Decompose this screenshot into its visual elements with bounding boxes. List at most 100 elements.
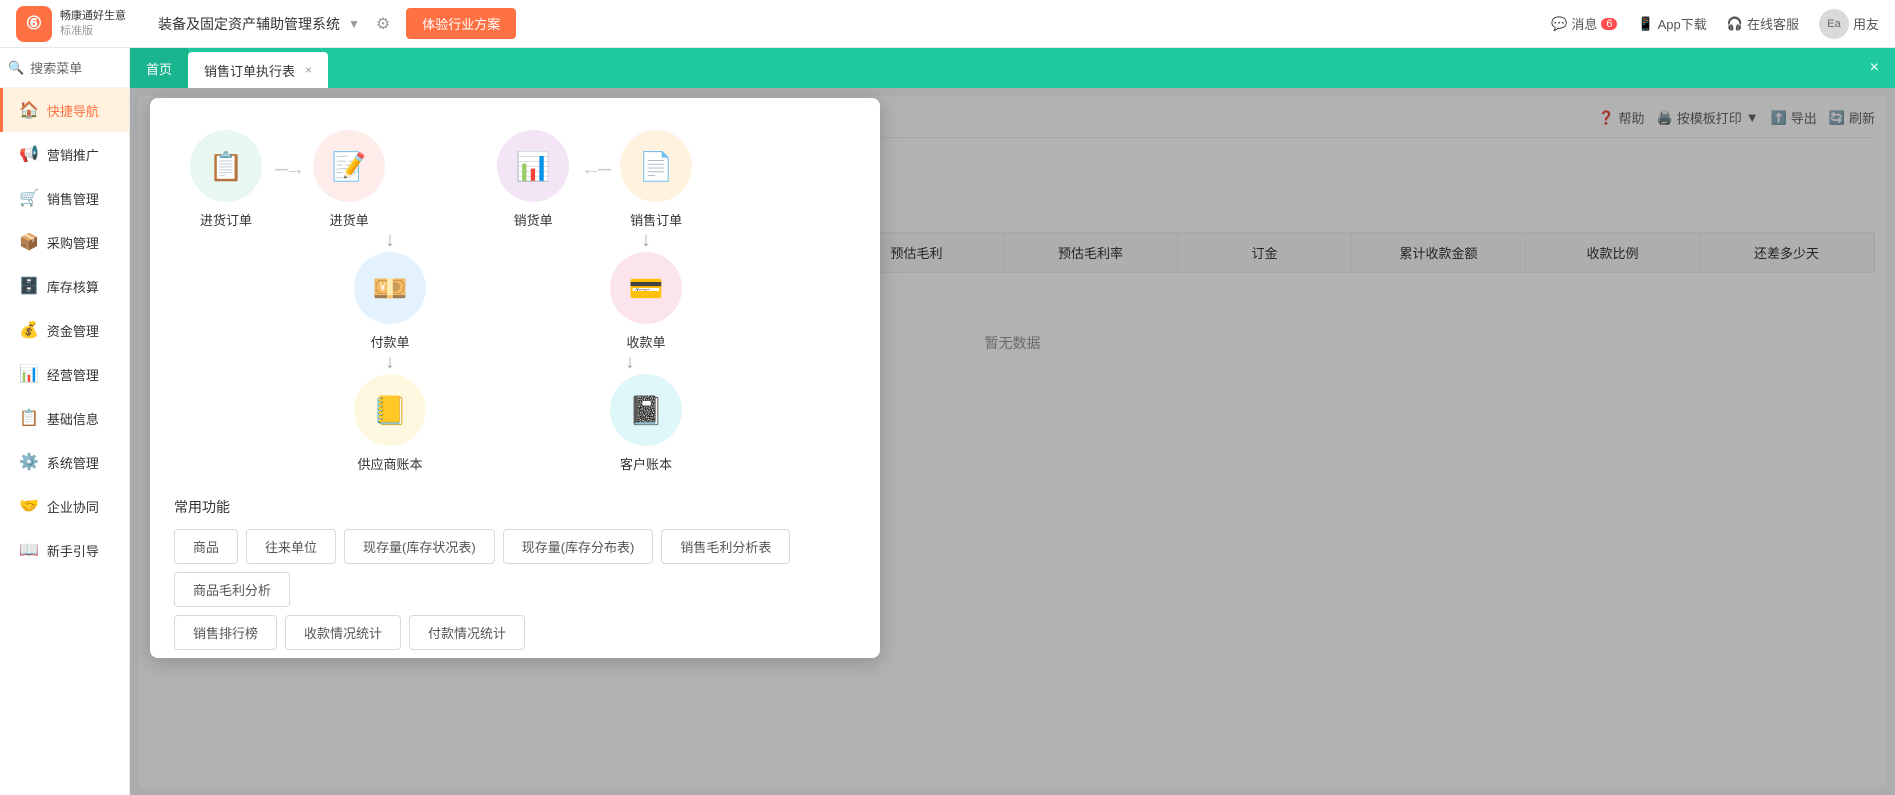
- purchase-order-node[interactable]: 📋 进货订单: [190, 130, 262, 229]
- logo-area: ⑥ 畅康通好生意 标准版: [16, 6, 146, 42]
- search-menu[interactable]: 🔍 搜索菜单: [0, 48, 129, 88]
- top-bar: ⑥ 畅康通好生意 标准版 装备及固定资产辅助管理系统 ▼ ⚙ 体验行业方案 💬 …: [0, 0, 1895, 48]
- quick-nav-icon: 🏠: [19, 100, 39, 120]
- down-arrow-receipt: ↓: [594, 351, 666, 374]
- payment-bill-icon: 💴: [354, 252, 426, 324]
- customer-ledger-node[interactable]: 📓 客户账本: [610, 374, 682, 473]
- func-btn-row2: 销售排行榜 收款情况统计 付款情况统计: [174, 615, 856, 650]
- tab-home-label: 首页: [146, 59, 172, 78]
- sidebar-item-marketing[interactable]: 📢 营销推广: [0, 132, 129, 176]
- func-btn-payment-stat[interactable]: 付款情况统计: [409, 615, 525, 650]
- payment-bill-node[interactable]: 💴 付款单: [354, 252, 426, 351]
- customer-ledger-label: 客户账本: [620, 454, 672, 473]
- system-dropdown-icon[interactable]: ▼: [348, 17, 360, 31]
- sales-bill-label: 销货单: [514, 210, 553, 229]
- tab-close-icon[interactable]: ×: [305, 63, 312, 77]
- sidebar-label-operations: 经营管理: [47, 365, 99, 384]
- sidebar-label-beginner: 新手引导: [47, 541, 99, 560]
- receipt-bill-node[interactable]: 💳 收款单: [610, 252, 682, 351]
- purchase-bill-label: 进货单: [330, 210, 369, 229]
- sidebar-label-inventory: 库存核算: [47, 277, 99, 296]
- sales-order-label: 销售订单: [630, 210, 682, 229]
- sidebar-item-system[interactable]: ⚙️ 系统管理: [0, 440, 129, 484]
- app-download-button[interactable]: 📱 App下载: [1637, 14, 1706, 33]
- sidebar-label-collab: 企业协同: [47, 497, 99, 516]
- sidebar-item-inventory[interactable]: 🗄️ 库存核算: [0, 264, 129, 308]
- avatar: Ea: [1819, 9, 1849, 39]
- main-area: 🔍 搜索菜单 🏠 快捷导航 📢 营销推广 🛒 销售管理 📦 采购管理 🗄️: [0, 48, 1895, 795]
- settings-icon[interactable]: ⚙: [376, 14, 390, 34]
- app-wrapper: ⑥ 畅康通好生意 标准版 装备及固定资产辅助管理系统 ▼ ⚙ 体验行业方案 💬 …: [0, 0, 1895, 795]
- tab-bar: 首页 销售订单执行表 × ×: [130, 48, 1895, 88]
- tab-sales-order[interactable]: 销售订单执行表 ×: [188, 52, 328, 88]
- func-btn-sales-rank[interactable]: 销售排行榜: [174, 615, 277, 650]
- sidebar-label-system: 系统管理: [47, 453, 99, 472]
- logo-text: 畅康通好生意 标准版: [60, 9, 126, 38]
- app-download-label: App下载: [1658, 14, 1707, 33]
- sidebar-item-quick-nav[interactable]: 🏠 快捷导航: [0, 88, 129, 132]
- sidebar-item-sales[interactable]: 🛒 销售管理: [0, 176, 129, 220]
- sidebar-item-purchase[interactable]: 📦 采购管理: [0, 220, 129, 264]
- sidebar: 🔍 搜索菜单 🏠 快捷导航 📢 营销推广 🛒 销售管理 📦 采购管理 🗄️: [0, 48, 130, 795]
- purchase-flow: 📋 进货订单 - - -→ 📝 进货单: [190, 130, 385, 229]
- message-button[interactable]: 💬 消息 6: [1551, 14, 1617, 33]
- down-arrow-payment: ↓: [354, 351, 426, 374]
- flow-row3: 📒 供应商账本 📓 客户账本: [190, 374, 840, 473]
- modal-overlay: 📋 进货订单 - - -→ 📝 进货单: [130, 88, 1895, 795]
- avatar-text: Ea: [1827, 18, 1840, 30]
- search-label: 搜索菜单: [30, 58, 82, 77]
- system-icon: ⚙️: [19, 452, 39, 472]
- common-title: 常用功能: [174, 497, 856, 517]
- sales-bill-node[interactable]: 📊 销货单: [497, 130, 569, 229]
- sidebar-item-collab[interactable]: 🤝 企业协同: [0, 484, 129, 528]
- inventory-icon: 🗄️: [19, 276, 39, 296]
- trial-button[interactable]: 体验行业方案: [406, 8, 516, 39]
- operations-icon: 📊: [19, 364, 39, 384]
- sidebar-label-finance: 资金管理: [47, 321, 99, 340]
- sales-order-node[interactable]: 📄 销售订单: [620, 130, 692, 229]
- sales-bill-icon: 📊: [497, 130, 569, 202]
- sidebar-label-quick-nav: 快捷导航: [47, 101, 99, 120]
- app-icon: 📱: [1637, 16, 1653, 32]
- purchase-bill-node[interactable]: 📝 进货单: [313, 130, 385, 229]
- func-btn-stock-dist[interactable]: 现存量(库存分布表): [503, 529, 654, 564]
- func-btn-receipt-stat[interactable]: 收款情况统计: [285, 615, 401, 650]
- flow-arrows-down: ↓ ↓: [190, 229, 840, 252]
- func-btn-goods[interactable]: 商品: [174, 529, 238, 564]
- purchase-bill-icon: 📝: [313, 130, 385, 202]
- supplier-ledger-label: 供应商账本: [357, 454, 422, 473]
- sidebar-item-beginner[interactable]: 📖 新手引导: [0, 528, 129, 572]
- sales-flow: 📊 销货单 ←- - - 📄 销售订单: [497, 130, 692, 229]
- tab-sales-label: 销售订单执行表: [204, 61, 295, 80]
- flow-row1: 📋 进货订单 - - -→ 📝 进货单: [190, 130, 840, 229]
- arrow-sales: ←- - -: [581, 158, 608, 181]
- func-btn-goods-profit[interactable]: 商品毛利分析: [174, 572, 290, 607]
- down-arrow-sales: ↓: [610, 229, 682, 252]
- message-icon: 💬: [1551, 16, 1567, 32]
- user-name: 用友: [1853, 14, 1879, 33]
- online-service-button[interactable]: 🎧 在线客服: [1727, 14, 1799, 33]
- search-icon: 🔍: [8, 60, 24, 76]
- func-btn-profit-analysis[interactable]: 销售毛利分析表: [661, 529, 790, 564]
- supplier-ledger-node[interactable]: 📒 供应商账本: [354, 374, 426, 473]
- down-arrow-purchase: ↓: [354, 229, 426, 252]
- logo-line2: 标准版: [60, 24, 126, 38]
- sidebar-item-operations[interactable]: 📊 经营管理: [0, 352, 129, 396]
- sidebar-item-basic-info[interactable]: 📋 基础信息: [0, 396, 129, 440]
- logo-line1: 畅康通好生意: [60, 9, 126, 23]
- top-right-area: 💬 消息 6 📱 App下载 🎧 在线客服 Ea 用友: [1551, 9, 1879, 39]
- sidebar-item-finance[interactable]: 💰 资金管理: [0, 308, 129, 352]
- sidebar-label-basic-info: 基础信息: [47, 409, 99, 428]
- service-label: 在线客服: [1747, 14, 1799, 33]
- flow-modal: 📋 进货订单 - - -→ 📝 进货单: [150, 98, 880, 658]
- sales-icon: 🛒: [19, 188, 39, 208]
- user-area[interactable]: Ea 用友: [1819, 9, 1879, 39]
- close-all-button[interactable]: ×: [1854, 59, 1895, 77]
- flow-diagram: 📋 进货订单 - - -→ 📝 进货单: [174, 122, 856, 481]
- func-btn-partners[interactable]: 往来单位: [246, 529, 336, 564]
- supplier-ledger-icon: 📒: [354, 374, 426, 446]
- func-btn-stock-status[interactable]: 现存量(库存状况表): [344, 529, 495, 564]
- system-name: 装备及固定资产辅助管理系统: [158, 14, 340, 34]
- tab-home[interactable]: 首页: [130, 48, 188, 88]
- arrow-purchase: - - -→: [274, 158, 301, 181]
